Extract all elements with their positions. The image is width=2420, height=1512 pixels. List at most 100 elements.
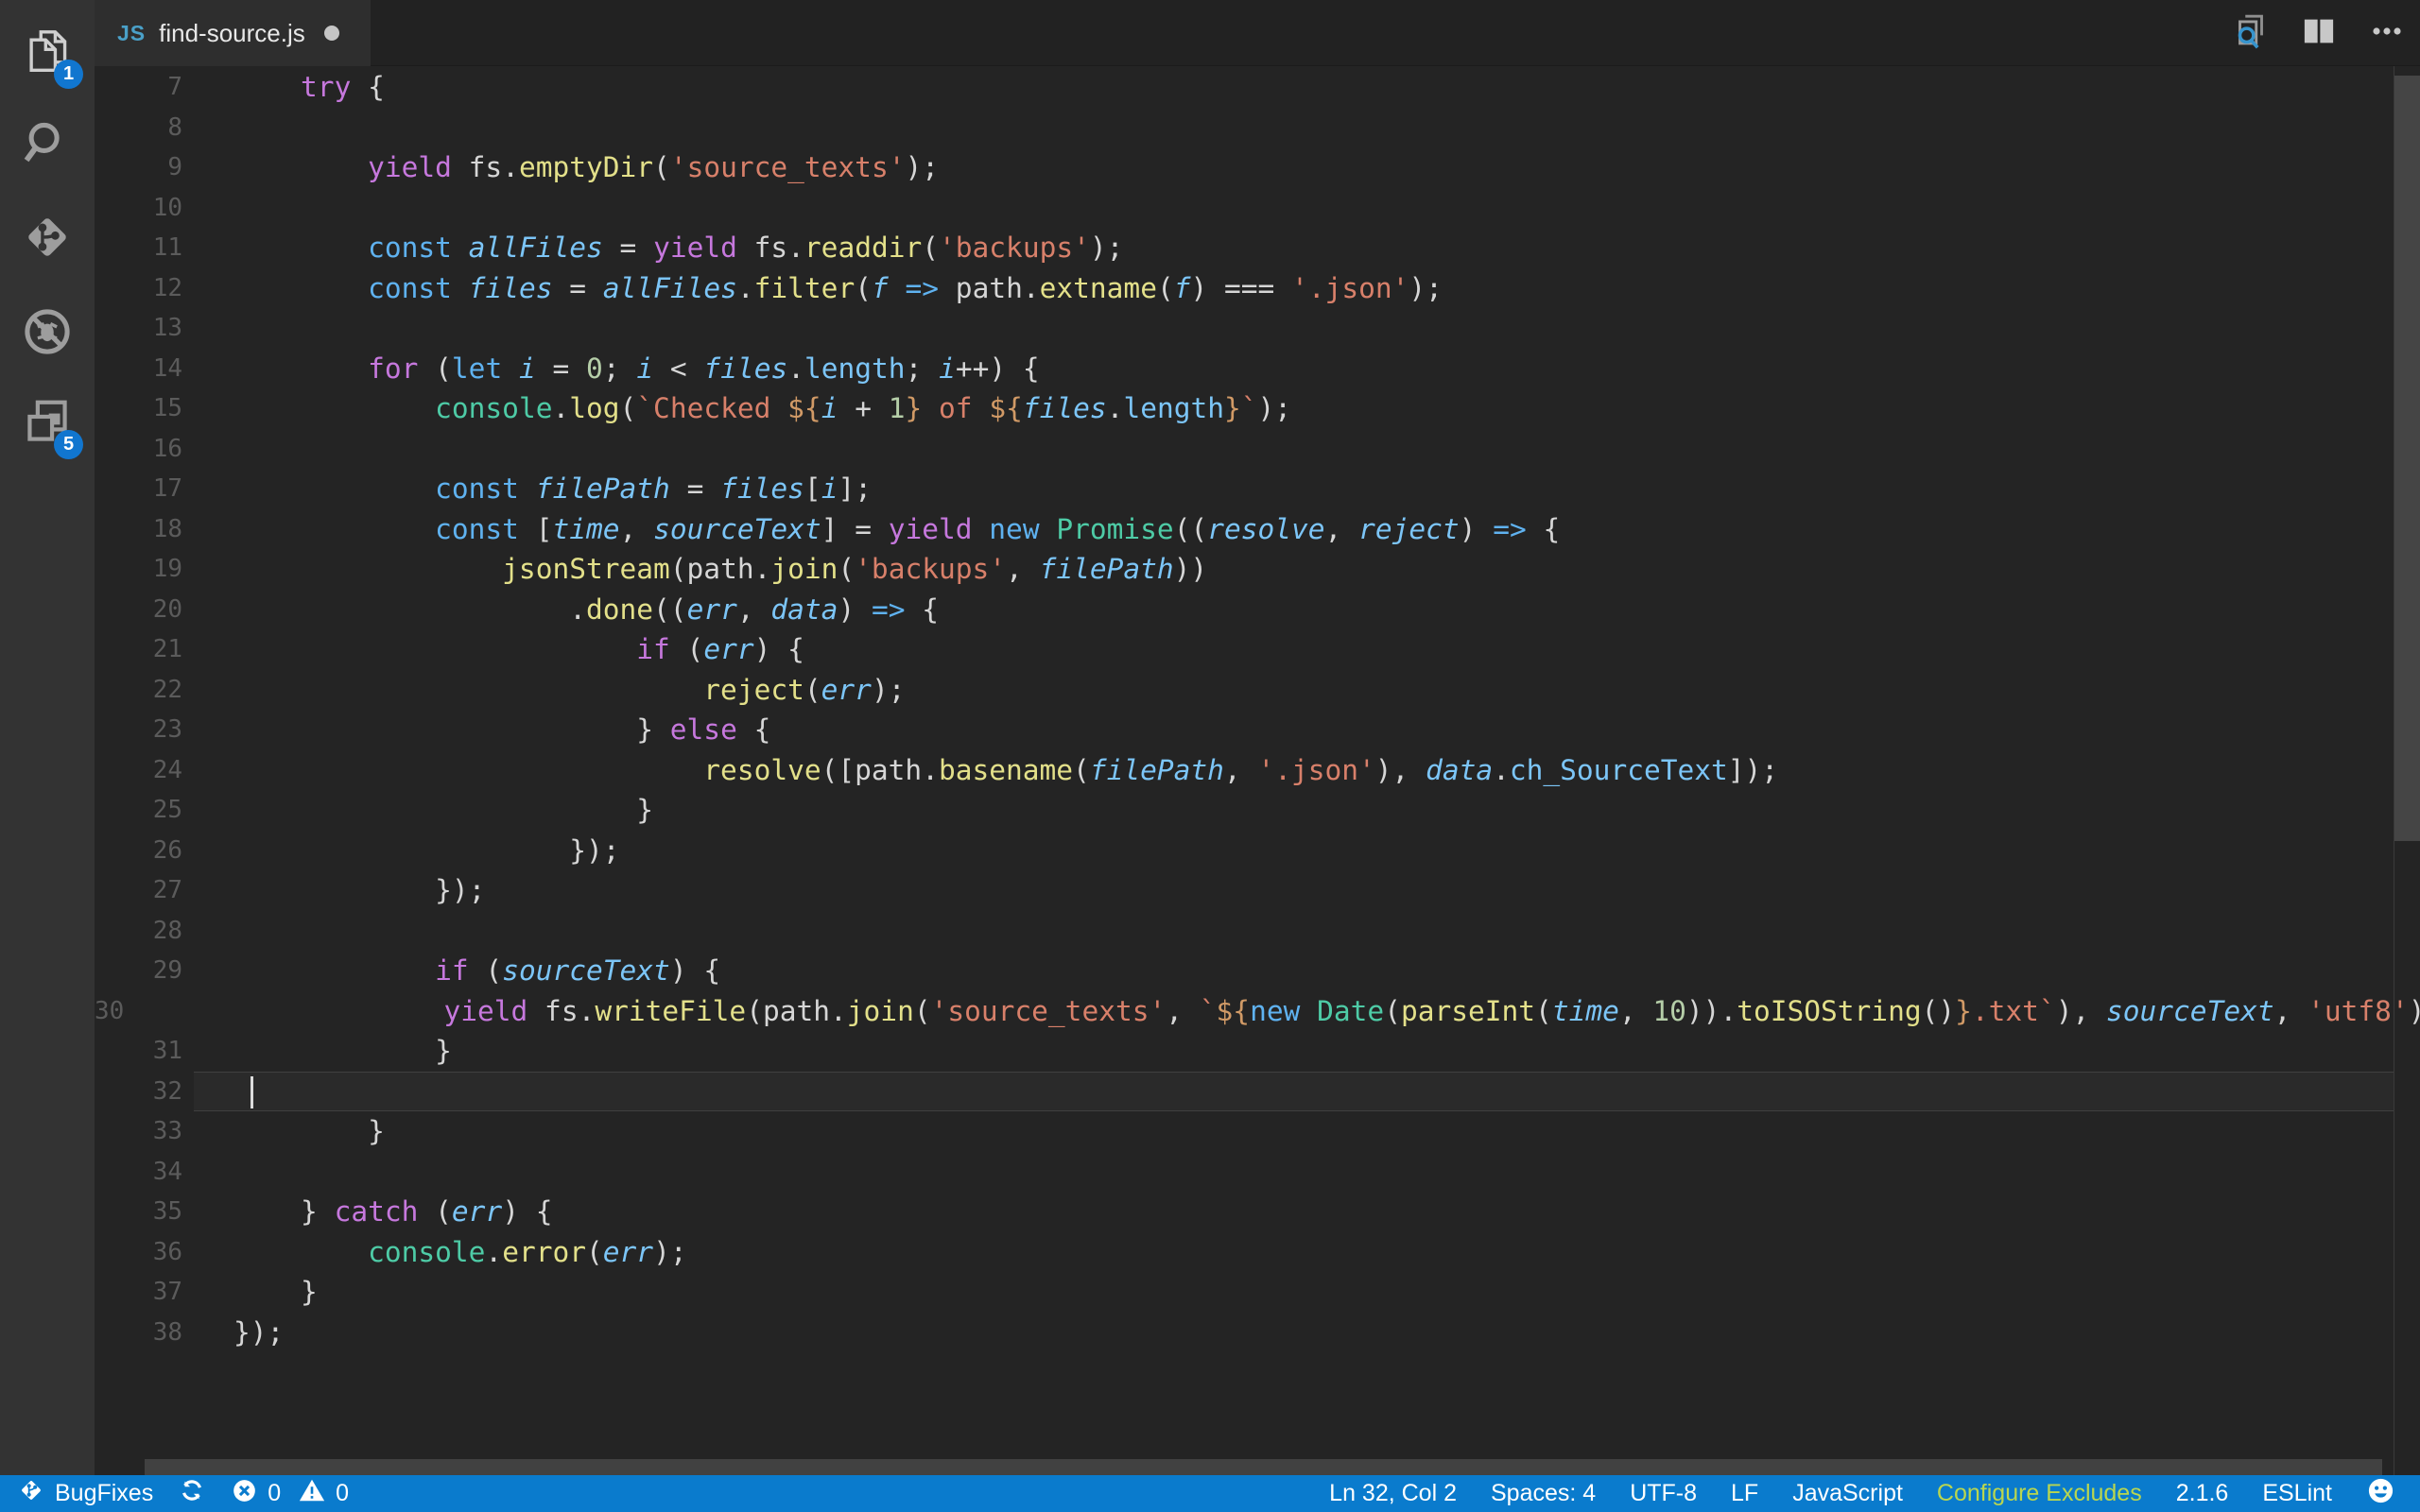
line-content[interactable]: console.error(err); bbox=[194, 1232, 2420, 1273]
line-number[interactable]: 12 bbox=[95, 268, 194, 309]
line-content[interactable]: const [time, sourceText] = yield new Pro… bbox=[194, 509, 2420, 550]
code-line-36[interactable]: 36 console.error(err); bbox=[95, 1232, 2420, 1273]
line-number[interactable]: 17 bbox=[95, 469, 194, 509]
line-number[interactable]: 7 bbox=[95, 67, 194, 108]
more-actions-button[interactable] bbox=[2365, 11, 2409, 55]
sidebar-item-extensions[interactable]: 5 bbox=[0, 387, 95, 459]
feedback-button[interactable] bbox=[2366, 1476, 2395, 1512]
line-number[interactable]: 35 bbox=[95, 1192, 194, 1232]
code-line-25[interactable]: 25 } bbox=[95, 790, 2420, 831]
code-line-37[interactable]: 37 } bbox=[95, 1272, 2420, 1313]
code-line-29[interactable]: 29 if (sourceText) { bbox=[95, 951, 2420, 991]
line-content[interactable]: resolve([path.basename(filePath, '.json'… bbox=[194, 750, 2420, 791]
code-line-8[interactable]: 8 bbox=[95, 108, 2420, 148]
status-item-version[interactable]: 2.1.6 bbox=[2176, 1480, 2229, 1507]
sidebar-item-search[interactable] bbox=[0, 109, 95, 180]
code-line-14[interactable]: 14 for (let i = 0; i < files.length; i++… bbox=[95, 349, 2420, 389]
line-number[interactable]: 8 bbox=[95, 108, 194, 148]
sidebar-item-debug[interactable] bbox=[0, 298, 95, 369]
line-number[interactable]: 22 bbox=[95, 670, 194, 711]
status-item-encoding[interactable]: UTF-8 bbox=[1630, 1480, 1697, 1507]
code-line-35[interactable]: 35 } catch (err) { bbox=[95, 1192, 2420, 1232]
line-number[interactable]: 33 bbox=[95, 1111, 194, 1152]
line-number[interactable]: 10 bbox=[95, 188, 194, 229]
line-number[interactable]: 15 bbox=[95, 388, 194, 429]
status-item-language-mode[interactable]: JavaScript bbox=[1792, 1480, 1903, 1507]
line-content[interactable]: } catch (err) { bbox=[194, 1192, 2420, 1232]
line-content[interactable]: } bbox=[194, 790, 2420, 831]
line-number[interactable]: 30 bbox=[95, 991, 135, 1032]
code-line-31[interactable]: 31 } bbox=[95, 1031, 2420, 1072]
line-content[interactable] bbox=[194, 108, 2420, 148]
line-content[interactable]: for (let i = 0; i < files.length; i++) { bbox=[194, 349, 2420, 389]
code-line-11[interactable]: 11 const allFiles = yield fs.readdir('ba… bbox=[95, 228, 2420, 268]
code-line-28[interactable]: 28 bbox=[95, 911, 2420, 952]
line-content[interactable]: .done((err, data) => { bbox=[194, 590, 2420, 630]
line-number[interactable]: 20 bbox=[95, 590, 194, 630]
line-content[interactable] bbox=[194, 911, 2420, 952]
line-number[interactable]: 32 bbox=[95, 1072, 194, 1112]
line-number[interactable]: 18 bbox=[95, 509, 194, 550]
line-content[interactable]: }); bbox=[194, 1313, 2420, 1353]
problems-indicator[interactable]: 0 0 bbox=[231, 1476, 349, 1511]
line-content[interactable]: } else { bbox=[194, 710, 2420, 750]
line-content[interactable]: reject(err); bbox=[194, 670, 2420, 711]
sidebar-item-explorer[interactable]: 1 bbox=[0, 17, 95, 89]
line-content[interactable] bbox=[194, 188, 2420, 229]
line-content[interactable]: yield fs.emptyDir('source_texts'); bbox=[194, 147, 2420, 188]
line-number[interactable]: 25 bbox=[95, 790, 194, 831]
code-line-38[interactable]: 38}); bbox=[95, 1313, 2420, 1353]
code-line-22[interactable]: 22 reject(err); bbox=[95, 670, 2420, 711]
line-content[interactable]: console.log(`Checked ${i + 1} of ${files… bbox=[194, 388, 2420, 429]
line-number[interactable]: 14 bbox=[95, 349, 194, 389]
git-branch-indicator[interactable]: BugFixes bbox=[17, 1476, 153, 1511]
line-content[interactable]: const filePath = files[i]; bbox=[194, 469, 2420, 509]
code-line-20[interactable]: 20 .done((err, data) => { bbox=[95, 590, 2420, 630]
split-editor-button[interactable] bbox=[2297, 11, 2341, 55]
line-content[interactable]: }); bbox=[194, 831, 2420, 871]
line-content[interactable]: const allFiles = yield fs.readdir('backu… bbox=[194, 228, 2420, 268]
line-number[interactable]: 36 bbox=[95, 1232, 194, 1273]
code-line-19[interactable]: 19 jsonStream(path.join('backups', fileP… bbox=[95, 549, 2420, 590]
code-line-30[interactable]: 30 yield fs.writeFile(path.join('source_… bbox=[95, 991, 2420, 1032]
code-line-7[interactable]: 7 try { bbox=[95, 67, 2420, 108]
line-number[interactable]: 24 bbox=[95, 750, 194, 791]
line-number[interactable]: 37 bbox=[95, 1272, 194, 1313]
status-item-eslint[interactable]: ESLint bbox=[2262, 1480, 2332, 1507]
line-number[interactable]: 38 bbox=[95, 1313, 194, 1353]
line-number[interactable]: 34 bbox=[95, 1152, 194, 1193]
line-content[interactable]: const files = allFiles.filter(f => path.… bbox=[194, 268, 2420, 309]
code-line-12[interactable]: 12 const files = allFiles.filter(f => pa… bbox=[95, 268, 2420, 309]
code-line-17[interactable]: 17 const filePath = files[i]; bbox=[95, 469, 2420, 509]
code-line-24[interactable]: 24 resolve([path.basename(filePath, '.js… bbox=[95, 750, 2420, 791]
code-line-33[interactable]: 33 } bbox=[95, 1111, 2420, 1152]
line-content[interactable]: yield fs.writeFile(path.join('source_tex… bbox=[135, 991, 2420, 1032]
line-number[interactable]: 16 bbox=[95, 429, 194, 470]
code-line-21[interactable]: 21 if (err) { bbox=[95, 629, 2420, 670]
code-line-26[interactable]: 26 }); bbox=[95, 831, 2420, 871]
vertical-scrollbar[interactable] bbox=[2394, 76, 2420, 841]
code-line-23[interactable]: 23 } else { bbox=[95, 710, 2420, 750]
line-content[interactable]: if (sourceText) { bbox=[194, 951, 2420, 991]
code-editor[interactable]: 7 try {89 yield fs.emptyDir('source_text… bbox=[95, 66, 2420, 1475]
status-item-cursor-position[interactable]: Ln 32, Col 2 bbox=[1329, 1480, 1457, 1507]
line-content[interactable]: try { bbox=[194, 67, 2420, 108]
line-content[interactable] bbox=[194, 429, 2420, 470]
line-number[interactable]: 28 bbox=[95, 911, 194, 952]
code-line-27[interactable]: 27 }); bbox=[95, 870, 2420, 911]
code-line-15[interactable]: 15 console.log(`Checked ${i + 1} of ${fi… bbox=[95, 388, 2420, 429]
code-area[interactable]: 7 try {89 yield fs.emptyDir('source_text… bbox=[95, 67, 2420, 1352]
modified-dot-icon[interactable] bbox=[324, 26, 339, 41]
tab-find-source-js[interactable]: JS find-source.js bbox=[95, 0, 371, 66]
line-content[interactable]: if (err) { bbox=[194, 629, 2420, 670]
code-line-10[interactable]: 10 bbox=[95, 188, 2420, 229]
line-number[interactable]: 21 bbox=[95, 629, 194, 670]
line-content[interactable]: } bbox=[194, 1111, 2420, 1152]
line-content[interactable] bbox=[194, 1072, 2394, 1112]
line-number[interactable]: 9 bbox=[95, 147, 194, 188]
line-content[interactable]: }); bbox=[194, 870, 2420, 911]
line-number[interactable]: 13 bbox=[95, 308, 194, 349]
code-line-9[interactable]: 9 yield fs.emptyDir('source_texts'); bbox=[95, 147, 2420, 188]
sidebar-item-source-control[interactable] bbox=[0, 203, 95, 275]
horizontal-scrollbar[interactable] bbox=[145, 1459, 2382, 1475]
